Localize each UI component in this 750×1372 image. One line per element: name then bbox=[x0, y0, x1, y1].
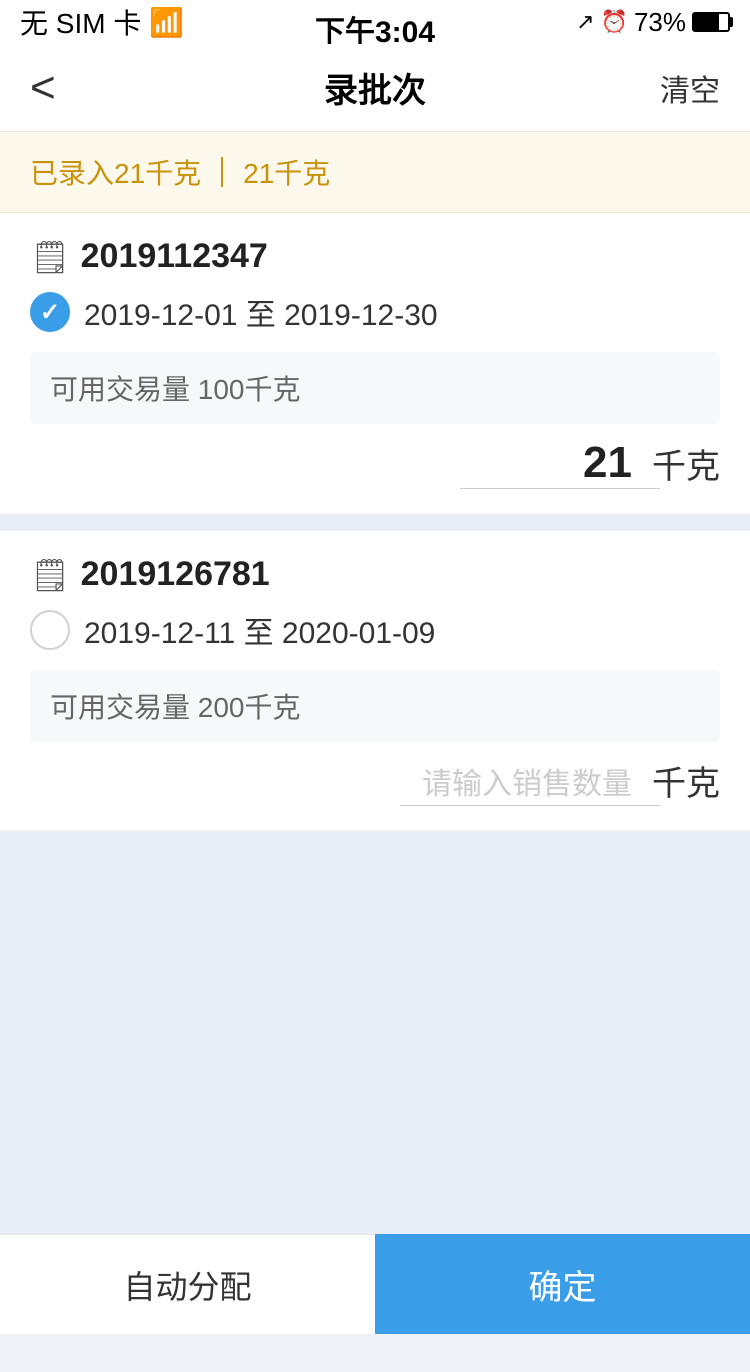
radio-btn-1[interactable] bbox=[30, 292, 70, 332]
available-text-1: 可用交易量 100千克 bbox=[50, 374, 301, 405]
location-icon: ↗ bbox=[576, 9, 594, 35]
qty-unit-1: 千克 bbox=[652, 439, 720, 488]
alarm-icon: ⏰ bbox=[601, 9, 628, 35]
batch-id-2: 2019126781 bbox=[81, 555, 270, 594]
status-carrier: 无 SIM 卡 📶 bbox=[20, 2, 184, 42]
recorded-value: 21千克 bbox=[243, 152, 330, 192]
available-row-2: 可用交易量 200千克 bbox=[30, 670, 720, 742]
doc-icon-1: 🗒 bbox=[30, 238, 71, 276]
qty-value-1: 21 bbox=[583, 438, 632, 488]
radio-btn-2[interactable] bbox=[30, 610, 70, 650]
qty-container-1: 21 千克 bbox=[0, 424, 750, 513]
status-right: ↗ ⏰ 73% bbox=[576, 7, 730, 38]
qty-top-2: 请输入销售数量 千克 bbox=[30, 756, 720, 805]
qty-placeholder-2: 请输入销售数量 bbox=[422, 759, 632, 803]
qty-top-1: 21 千克 bbox=[30, 438, 720, 488]
confirm-button[interactable]: 确定 bbox=[375, 1234, 750, 1334]
available-text-2: 可用交易量 200千克 bbox=[50, 692, 301, 723]
qty-container-2: 请输入销售数量 千克 bbox=[0, 742, 750, 830]
batch-date-row-2: 2019-12-11 至 2020-01-09 bbox=[30, 608, 720, 652]
battery-icon bbox=[692, 12, 730, 32]
status-bar: 无 SIM 卡 📶 下午3:04 ↗ ⏰ 73% bbox=[0, 0, 750, 44]
bottom-bar: 自动分配 确定 bbox=[0, 1234, 750, 1334]
section-divider bbox=[0, 515, 750, 531]
banner-divider bbox=[221, 157, 223, 187]
qty-unit-2: 千克 bbox=[652, 756, 720, 805]
qty-underline-2 bbox=[400, 805, 660, 806]
available-row-1: 可用交易量 100千克 bbox=[30, 352, 720, 424]
batch-header-1: 🗒 2019112347 bbox=[30, 237, 720, 276]
auto-distribute-button[interactable]: 自动分配 bbox=[0, 1234, 375, 1334]
empty-space bbox=[0, 832, 750, 1272]
carrier-text: 无 SIM 卡 bbox=[20, 2, 141, 42]
batch-id-1: 2019112347 bbox=[81, 237, 268, 276]
doc-icon-2: 🗒 bbox=[30, 556, 71, 594]
battery-text: 73% bbox=[634, 7, 686, 38]
wifi-icon: 📶 bbox=[149, 6, 184, 39]
batch-date-1: 2019-12-01 至 2019-12-30 bbox=[84, 290, 438, 334]
main-content: 🗒 2019112347 2019-12-01 至 2019-12-30 可用交… bbox=[0, 213, 750, 1372]
page-title: 录批次 bbox=[324, 63, 426, 112]
batch-card-2: 🗒 2019126781 2019-12-11 至 2020-01-09 可用交… bbox=[0, 531, 750, 830]
nav-bar: < 录批次 清空 bbox=[0, 44, 750, 132]
batch-date-row-1: 2019-12-01 至 2019-12-30 bbox=[30, 290, 720, 334]
batch-card-1: 🗒 2019112347 2019-12-01 至 2019-12-30 可用交… bbox=[0, 213, 750, 513]
clear-button[interactable]: 清空 bbox=[660, 66, 720, 110]
qty-underline-1 bbox=[460, 488, 660, 489]
info-banner: 已录入21千克 21千克 bbox=[0, 132, 750, 213]
batch-header-2: 🗒 2019126781 bbox=[30, 555, 720, 594]
back-button[interactable]: < bbox=[30, 63, 56, 113]
batch-date-2: 2019-12-11 至 2020-01-09 bbox=[84, 608, 435, 652]
recorded-label: 已录入21千克 bbox=[30, 152, 201, 192]
